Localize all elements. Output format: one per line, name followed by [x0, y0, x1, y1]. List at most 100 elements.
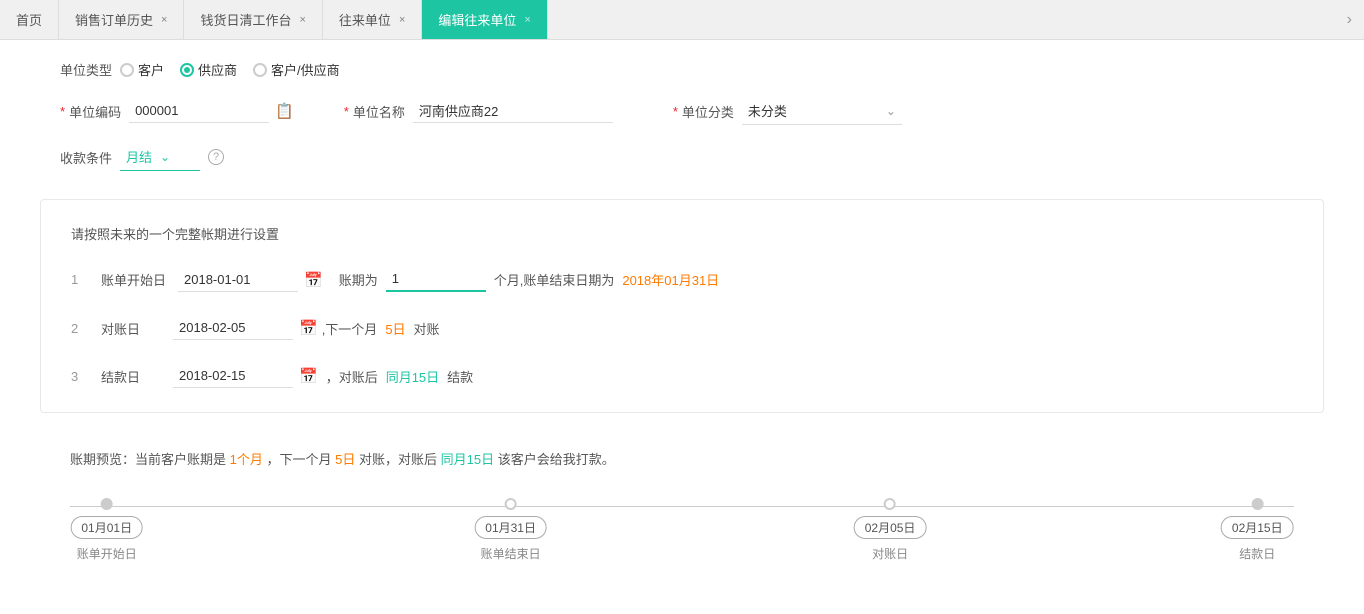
row-2-field: 对账日: [101, 319, 161, 338]
payment-group: 收款条件 月结 ⌄ ?: [60, 143, 224, 171]
row-1-suffix: 账期为: [339, 270, 378, 289]
payment-label: 收款条件: [60, 148, 112, 167]
tl-dot-2: [505, 498, 517, 510]
tl-dot-1: [101, 498, 113, 510]
timeline-point-1: 01月01日 账单开始日: [70, 498, 143, 562]
radio-customer[interactable]: 客户: [120, 60, 164, 79]
row-2-calendar-icon[interactable]: 📅: [299, 319, 318, 337]
radio-both[interactable]: 客户/供应商: [253, 60, 340, 79]
copy-icon[interactable]: 📋: [275, 102, 294, 120]
preview-sep2: 对账，对账后: [359, 452, 437, 467]
row-2-input-wrap: 📅: [173, 316, 318, 340]
unit-category-select[interactable]: 未分类 ⌄: [742, 97, 902, 125]
unit-type-row: 单位类型 客户 供应商 客户/供应商: [60, 60, 1304, 79]
timeline-point-2: 01月31日 账单结束日: [474, 498, 547, 562]
row-1-input-wrap: 📅: [178, 268, 323, 292]
timeline-point-4: 02月15日 结款日: [1221, 498, 1294, 562]
row-1-calendar-icon[interactable]: 📅: [304, 271, 323, 289]
timeline-container: 01月01日 账单开始日 01月31日 账单结束日 02月05日 对账日: [70, 488, 1294, 598]
card-row-3: 3 结款日 📅 ，对账后 同月15日 结款: [71, 364, 1293, 388]
main-content: 单位类型 客户 供应商 客户/供应商: [0, 40, 1364, 614]
tl-dot-3: [884, 498, 896, 510]
tab-cashbook-label: 钱货日清工作台: [200, 10, 291, 29]
row-2-suffix-post: 对账: [414, 319, 440, 338]
tl-badge-2: 01月31日: [474, 516, 547, 539]
row-1-period-input[interactable]: [386, 267, 486, 292]
tab-partner-label: 往来单位: [339, 10, 391, 29]
radio-customer-label: 客户: [138, 60, 164, 79]
radio-supplier-circle: [180, 63, 194, 77]
row-3-suffix-post: 结款: [447, 367, 473, 386]
preview-label: 账期预览：当前客户账期是: [70, 452, 226, 467]
preview-part1: 1个月: [230, 452, 263, 467]
preview-section: 账期预览：当前客户账期是 1个月 ，下一个月 5日 对账，对账后 同月15日 该…: [40, 433, 1324, 614]
tab-sales-history-label: 销售订单历史: [75, 10, 153, 29]
tab-edit-partner[interactable]: 编辑往来单位 ×: [422, 0, 547, 39]
radio-both-label: 客户/供应商: [271, 60, 340, 79]
close-sales-history-icon[interactable]: ×: [161, 14, 167, 26]
close-edit-partner-icon[interactable]: ×: [524, 14, 530, 26]
preview-text: 账期预览：当前客户账期是 1个月 ，下一个月 5日 对账，对账后 同月15日 该…: [70, 449, 1294, 468]
tab-expand-button[interactable]: ›: [1335, 0, 1364, 39]
tl-badge-3: 02月05日: [854, 516, 927, 539]
unit-category-label: 单位分类: [682, 102, 734, 121]
unit-name-star: *: [344, 104, 349, 119]
unit-name-input[interactable]: [413, 99, 613, 123]
row-1-period-suffix: 个月,账单结束日期为: [494, 270, 615, 289]
tab-cashbook[interactable]: 钱货日清工作台 ×: [184, 0, 322, 39]
row-3-calendar-icon[interactable]: 📅: [299, 367, 318, 385]
row-3-input-wrap: 📅: [173, 364, 318, 388]
tl-label-3: 对账日: [872, 545, 908, 562]
tab-bar: 首页 销售订单历史 × 钱货日清工作台 × 往来单位 × 编辑往来单位 × ›: [0, 0, 1364, 40]
tab-sales-history[interactable]: 销售订单历史 ×: [59, 0, 184, 39]
tab-edit-partner-label: 编辑往来单位: [438, 10, 516, 29]
card-title: 请按照未来的一个完整帐期进行设置: [71, 224, 1293, 243]
tab-home-label: 首页: [16, 10, 42, 29]
row-1-num: 1: [71, 272, 101, 287]
timeline-point-3: 02月05日 对账日: [854, 498, 927, 562]
close-cashbook-icon[interactable]: ×: [299, 14, 305, 26]
unit-category-arrow-icon: ⌄: [886, 104, 896, 118]
unit-code-input[interactable]: [129, 99, 269, 123]
tl-label-1: 账单开始日: [77, 545, 137, 562]
tl-dot-4: [1251, 498, 1263, 510]
preview-part3: 同月15日: [441, 452, 494, 467]
unit-code-group: * 单位编码 📋: [60, 99, 294, 123]
unit-category-value: 未分类: [748, 101, 878, 120]
timeline-points: 01月01日 账单开始日 01月31日 账单结束日 02月05日 对账日: [70, 498, 1294, 568]
row-3-date-input[interactable]: [173, 364, 293, 388]
unit-name-label: 单位名称: [353, 102, 405, 121]
unit-type-label: 单位类型: [60, 60, 112, 79]
row-3-suffix-highlight: 同月15日: [386, 367, 439, 386]
tl-badge-1: 01月01日: [70, 516, 143, 539]
tab-partner[interactable]: 往来单位 ×: [323, 0, 422, 39]
unit-name-group: * 单位名称: [344, 99, 613, 123]
help-icon[interactable]: ?: [208, 149, 224, 165]
card-section: 请按照未来的一个完整帐期进行设置 1 账单开始日 📅 账期为 个月,账单结束日期…: [40, 199, 1324, 413]
radio-supplier[interactable]: 供应商: [180, 60, 237, 79]
tl-label-4: 结款日: [1239, 545, 1275, 562]
unit-code-star: *: [60, 104, 65, 119]
unit-category-star: *: [673, 104, 678, 119]
row-1-end-date: 2018年01月31日: [622, 270, 719, 289]
unit-code-label: 单位编码: [69, 102, 121, 121]
radio-supplier-label: 供应商: [198, 60, 237, 79]
card-row-1: 1 账单开始日 📅 账期为 个月,账单结束日期为 2018年01月31日: [71, 267, 1293, 292]
radio-group: 客户 供应商 客户/供应商: [120, 60, 340, 79]
radio-both-circle: [253, 63, 267, 77]
payment-row: 收款条件 月结 ⌄ ?: [60, 143, 1304, 171]
radio-customer-circle: [120, 63, 134, 77]
row-1-date-input[interactable]: [178, 268, 298, 292]
form-section: 单位类型 客户 供应商 客户/供应商: [0, 40, 1364, 199]
tab-home[interactable]: 首页: [0, 0, 59, 39]
row-3-suffix-pre: ，对账后: [326, 367, 378, 386]
preview-sep1: ，下一个月: [267, 452, 332, 467]
row-3-field: 结款日: [101, 367, 161, 386]
row-1-field: 账单开始日: [101, 270, 166, 289]
close-partner-icon[interactable]: ×: [399, 14, 405, 26]
unit-category-group: * 单位分类 未分类 ⌄: [673, 97, 902, 125]
row-2-date-input[interactable]: [173, 316, 293, 340]
row-2-num: 2: [71, 321, 101, 336]
payment-select[interactable]: 月结 ⌄: [120, 143, 200, 171]
unit-info-row: * 单位编码 📋 * 单位名称 * 单位分类 未分类 ⌄: [60, 97, 1304, 125]
